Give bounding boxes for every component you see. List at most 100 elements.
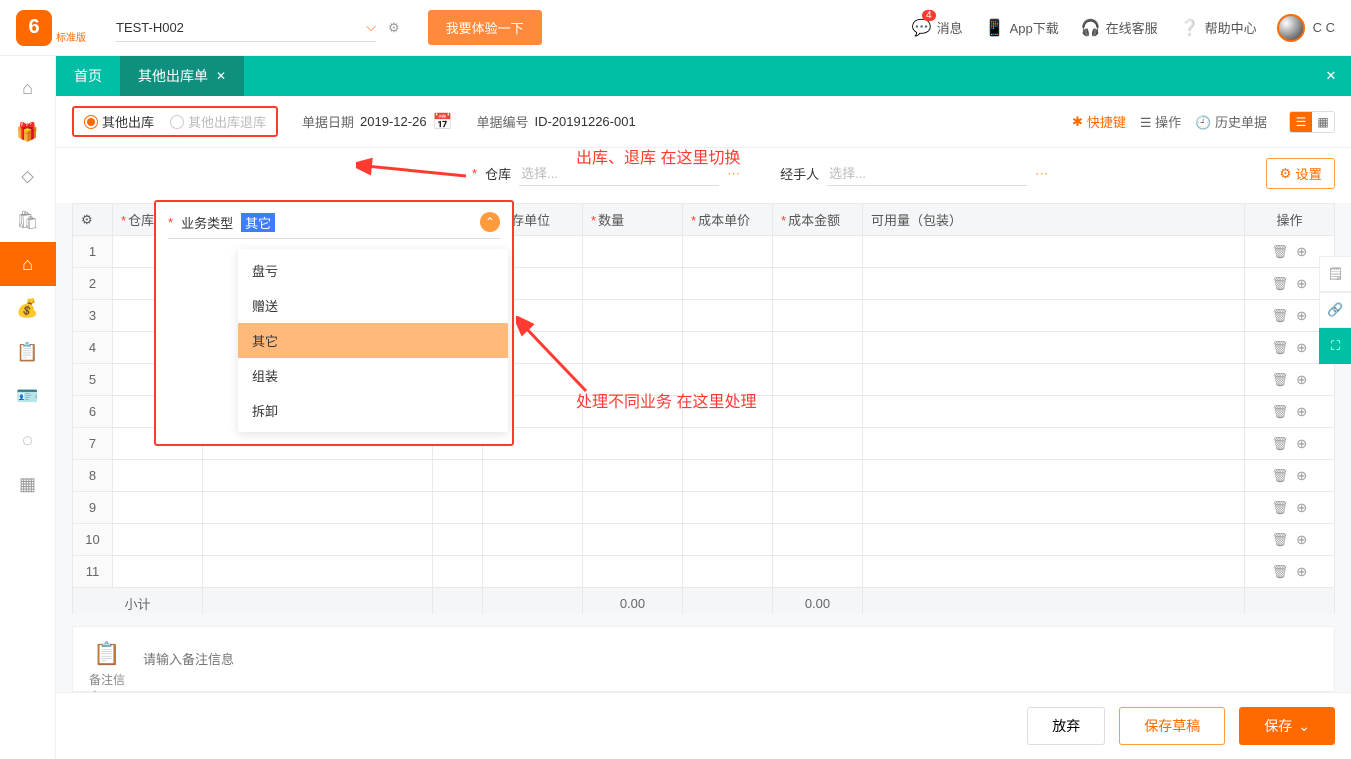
gear-icon: ⚙	[1279, 166, 1291, 182]
delete-icon[interactable]: 🗑	[1272, 244, 1289, 259]
shortcut-button[interactable]: ✱ 快捷键	[1072, 112, 1126, 131]
dropdown-item[interactable]: 组装	[238, 358, 508, 393]
row-ops: 🗑⊕	[1245, 364, 1335, 396]
table-row[interactable]: 9🗑⊕	[73, 492, 1335, 524]
top-header: 6 标准版 TEST-H002 ⌵ ⚙ 我要体验一下 💬 消息 4 📱 App下…	[0, 0, 1351, 56]
link-icon[interactable]: 🔗	[1319, 292, 1351, 328]
sidebar-house-icon[interactable]: ⬦	[0, 154, 56, 198]
add-icon[interactable]: ⊕	[1296, 532, 1307, 547]
history-button[interactable]: 🕘 历史单据	[1195, 112, 1267, 131]
remark-input[interactable]	[143, 652, 1318, 667]
tabs-close-all[interactable]: ✕	[1311, 56, 1351, 96]
save-draft-button[interactable]: 保存草稿	[1119, 707, 1225, 745]
trial-button[interactable]: 我要体验一下	[428, 10, 542, 45]
row-index: 6	[73, 396, 113, 428]
messages-button[interactable]: 💬 消息 4	[912, 18, 963, 38]
sidebar-ring-icon[interactable]: ◌	[0, 418, 56, 462]
row-index: 10	[73, 524, 113, 556]
delete-icon[interactable]: 🗑	[1272, 404, 1289, 419]
doc-number: 单据编号 ID-20191226-001	[476, 112, 635, 131]
table-row[interactable]: 11🗑⊕	[73, 556, 1335, 588]
row-ops: 🗑⊕	[1245, 396, 1335, 428]
note-icon[interactable]: 🗒	[1319, 256, 1351, 292]
delete-icon[interactable]: 🗑	[1272, 308, 1289, 323]
radio-out[interactable]: 其他出库	[84, 112, 154, 131]
discard-button[interactable]: 放弃	[1027, 707, 1105, 745]
radio-out-label: 其他出库	[102, 112, 154, 131]
gear-icon[interactable]: ⚙	[388, 20, 400, 36]
sidebar-bag-icon[interactable]: 🛍	[0, 198, 56, 242]
user-name: C C	[1313, 20, 1335, 35]
main-area: 首页 其他出库单 ✕ ✕ 其他出库 其他出库退库 单据日期 201	[56, 56, 1351, 759]
add-icon[interactable]: ⊕	[1296, 500, 1307, 515]
delete-icon[interactable]: 🗑	[1272, 564, 1289, 579]
online-service-label: 在线客服	[1106, 18, 1158, 37]
dropdown-item[interactable]: 赠送	[238, 288, 508, 323]
app-download-button[interactable]: 📱 App下载	[985, 18, 1059, 38]
delete-icon[interactable]: 🗑	[1272, 276, 1289, 291]
table-row[interactable]: 8 🗑 ⊕	[73, 460, 1335, 492]
sidebar-clipboard-icon[interactable]: 📋	[0, 330, 56, 374]
add-icon[interactable]: ⊕	[1296, 244, 1307, 259]
online-service-button[interactable]: 🎧 在线客服	[1081, 18, 1158, 38]
delete-icon[interactable]: 🗑	[1272, 436, 1289, 451]
add-icon[interactable]: ⊕	[1296, 340, 1307, 355]
add-icon[interactable]: ⊕	[1296, 468, 1307, 483]
column-ops: 操作	[1245, 204, 1335, 236]
dropdown-item[interactable]: 盘亏	[238, 253, 508, 288]
edition-label: 标准版	[56, 29, 86, 44]
tab-current[interactable]: 其他出库单 ✕	[120, 56, 244, 96]
help-center-button[interactable]: ❔ 帮助中心	[1180, 18, 1257, 38]
sidebar-gift-icon[interactable]: 🎁	[0, 110, 56, 154]
chevron-up-icon[interactable]: ⌃	[480, 212, 500, 232]
avatar[interactable]	[1277, 14, 1305, 42]
delete-icon[interactable]: 🗑	[1272, 532, 1289, 547]
save-button[interactable]: 保存 ⌄	[1239, 707, 1335, 745]
column-gear[interactable]: ⚙	[73, 204, 113, 236]
tab-home[interactable]: 首页	[56, 56, 120, 96]
row-index: 8	[73, 460, 113, 492]
message-icon: 💬	[912, 18, 932, 38]
add-icon[interactable]: ⊕	[1296, 564, 1307, 579]
sidebar-money-icon[interactable]: 💰	[0, 286, 56, 330]
remark-icon: 📋 备注信息	[89, 641, 125, 677]
delete-icon[interactable]: 🗑	[1272, 468, 1289, 483]
operate-button[interactable]: ☰ 操作	[1140, 112, 1181, 131]
dropdown-item[interactable]: 拆卸	[238, 393, 508, 428]
business-type-dropdown: 盘亏 赠送 其它 组装 拆卸	[238, 249, 508, 432]
expand-icon[interactable]: ⛶	[1319, 328, 1351, 364]
add-icon[interactable]: ⊕	[1296, 308, 1307, 323]
add-icon[interactable]: ⊕	[1296, 372, 1307, 387]
add-icon[interactable]: ⊕	[1296, 436, 1307, 451]
page-tabs: 首页 其他出库单 ✕ ✕	[56, 56, 1351, 96]
org-selector[interactable]: TEST-H002 ⌵	[116, 13, 376, 42]
more-icon[interactable]: ⋯	[1035, 166, 1048, 182]
business-type-box: * 业务类型 其它 ⌃ 盘亏 赠送 其它 组装 拆卸	[154, 200, 514, 446]
row-index: 5	[73, 364, 113, 396]
add-icon[interactable]: ⊕	[1296, 404, 1307, 419]
delete-icon[interactable]: 🗑	[1272, 372, 1289, 387]
doc-date-value[interactable]: 2019-12-26	[360, 114, 427, 129]
table-row[interactable]: 10 🗑 ⊕	[73, 524, 1335, 556]
radio-return[interactable]: 其他出库退库	[170, 112, 266, 131]
fields-row: * 仓库 ⋯ 经手人 ⋯ ⚙ 设置	[56, 148, 1351, 203]
delete-icon[interactable]: 🗑	[1272, 340, 1289, 355]
add-icon[interactable]: ⊕	[1296, 276, 1307, 291]
delete-icon[interactable]: 🗑	[1272, 500, 1289, 515]
business-type-field[interactable]: * 业务类型 其它 ⌃	[168, 212, 500, 239]
radio-on-icon	[84, 115, 98, 129]
sidebar-new-icon[interactable]: ▦	[0, 462, 56, 506]
dropdown-item-selected[interactable]: 其它	[238, 323, 508, 358]
more-icon[interactable]: ⋯	[727, 166, 740, 182]
view-grid-icon[interactable]: ▦	[1312, 112, 1334, 132]
sidebar-warehouse-icon[interactable]: ⌂	[0, 242, 56, 286]
handler-input[interactable]	[827, 162, 1027, 186]
view-list-icon[interactable]: ☰	[1290, 112, 1312, 132]
settings-button[interactable]: ⚙ 设置	[1266, 158, 1335, 189]
calendar-icon[interactable]: 📅	[433, 112, 453, 132]
close-icon[interactable]: ✕	[216, 69, 226, 83]
doc-no-value: ID-20191226-001	[534, 114, 635, 129]
warehouse-input[interactable]	[519, 162, 719, 186]
sidebar-id-icon[interactable]: 🪪	[0, 374, 56, 418]
sidebar-home-icon[interactable]: ⌂	[0, 66, 56, 110]
